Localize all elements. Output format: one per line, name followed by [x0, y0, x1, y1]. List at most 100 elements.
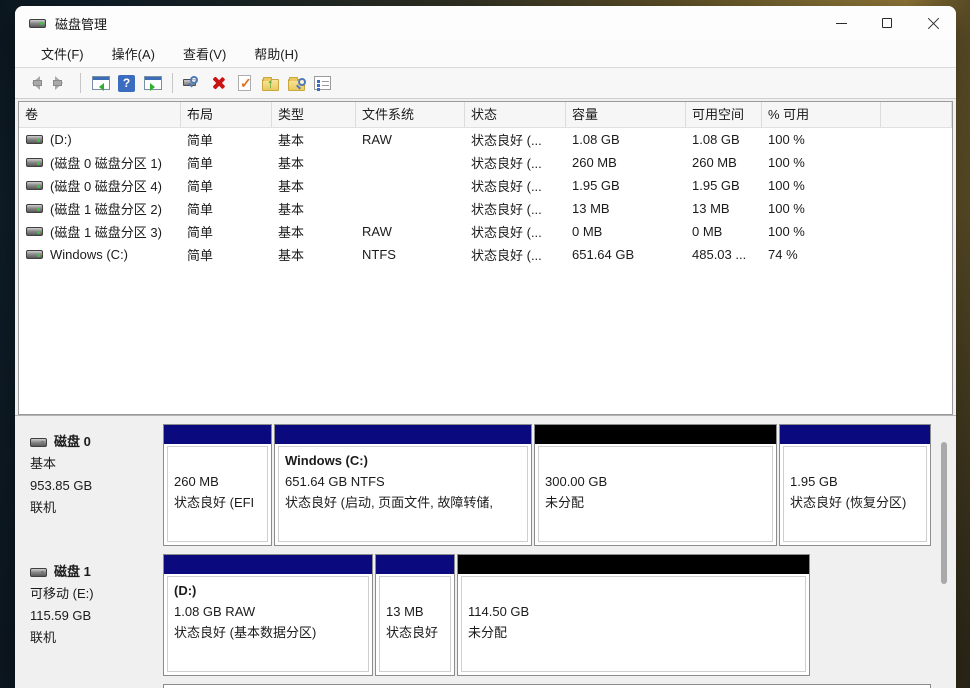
volume-cell-fs: RAW — [362, 132, 392, 147]
partition-status: 状态良好 (EFI — [174, 495, 255, 510]
volume-cell-free: 13 MB — [692, 201, 730, 216]
volume-cell-type: 基本 — [278, 225, 305, 240]
show-action-pane-button[interactable] — [143, 74, 162, 92]
back-arrow-icon — [25, 76, 44, 90]
disk-icon — [30, 437, 47, 447]
partition-size: 114.50 GB — [468, 604, 530, 619]
column-header-6[interactable]: 可用空间 — [686, 102, 762, 127]
partition-title — [545, 450, 766, 471]
back-button[interactable] — [25, 74, 44, 92]
partition-color-bar — [164, 425, 271, 444]
volume-cell-pct: 100 % — [768, 224, 805, 239]
volume-cell-status: 状态良好 (... — [471, 225, 542, 240]
partition-info: 1.95 GB 状态良好 (恢复分区) — [783, 446, 927, 542]
menu-action[interactable]: 操作(A) — [102, 40, 165, 67]
next-disk-row-partial — [163, 684, 931, 688]
volume-name-cell: Windows (C:) — [19, 247, 181, 262]
menu-bar: 文件(F) 操作(A) 查看(V) 帮助(H) — [15, 40, 956, 68]
menu-view[interactable]: 查看(V) — [173, 40, 236, 67]
explore-folder-button[interactable] — [287, 74, 306, 92]
partition-block[interactable]: 260 MB 状态良好 (EFI — [163, 424, 272, 546]
volume-cell-free: 1.95 GB — [692, 178, 740, 193]
partition-status: 未分配 — [545, 495, 585, 510]
partition-block[interactable]: (D:) 1.08 GB RAW 状态良好 (基本数据分区) — [163, 554, 373, 676]
maximize-icon — [882, 18, 892, 28]
explore-lens-icon — [298, 78, 306, 86]
partition-info: 114.50 GB 未分配 — [461, 576, 806, 672]
disk-label-1[interactable]: 磁盘 1 可移动 (E:) 115.59 GB 联机 — [20, 554, 163, 676]
partition-block[interactable]: 300.00 GB 未分配 — [534, 424, 777, 546]
close-button[interactable] — [910, 6, 956, 40]
partition-size: 1.08 GB RAW — [174, 604, 256, 619]
partition-title — [386, 580, 444, 601]
volume-cell-status: 状态良好 (... — [471, 156, 542, 171]
partition-block[interactable]: 1.95 GB 状态良好 (恢复分区) — [779, 424, 931, 546]
volume-cell-layout: 简单 — [187, 156, 214, 171]
disk-kind: 可移动 (E:) — [30, 586, 94, 601]
partition-status: 状态良好 (基本数据分区) — [174, 625, 317, 640]
volume-name-cell: (磁盘 0 磁盘分区 1) — [19, 153, 181, 172]
partition-color-bar — [275, 425, 531, 444]
column-header-2[interactable]: 类型 — [272, 102, 356, 127]
partition-info: 260 MB 状态良好 (EFI — [167, 446, 268, 542]
minimize-icon — [835, 22, 847, 24]
column-header-3[interactable]: 文件系统 — [356, 102, 465, 127]
partition-info: 300.00 GB 未分配 — [538, 446, 773, 542]
column-header-4[interactable]: 状态 — [465, 102, 566, 127]
volume-row[interactable]: (磁盘 0 磁盘分区 4) 简单 基本 状态良好 (... 1.95 GB 1.95 GB… — [19, 174, 952, 197]
minimize-button[interactable] — [818, 6, 864, 40]
column-header-7[interactable]: % 可用 — [762, 102, 881, 127]
menu-help[interactable]: 帮助(H) — [244, 40, 308, 67]
action-pane-icon — [143, 76, 162, 91]
menu-file[interactable]: 文件(F) — [31, 40, 94, 67]
volume-cell-layout: 简单 — [187, 179, 214, 194]
close-icon — [927, 17, 939, 29]
partition-size: 300.00 GB — [545, 474, 608, 489]
help-button[interactable]: ? — [117, 74, 136, 92]
disk-row-1: 磁盘 1 可移动 (E:) 115.59 GB 联机 (D:) 1.08 GB RAW 状态… — [20, 554, 956, 676]
partition-info: Windows (C:) 651.64 GB NTFS 状态良好 (启动, 页面文件… — [278, 446, 528, 542]
partition-block[interactable]: 13 MB 状态良好 — [375, 554, 455, 676]
disk-row-0: 磁盘 0 基本 953.85 GB 联机 260 MB 状态良好 (EFI Windows … — [20, 424, 956, 546]
volume-drive-icon — [26, 135, 43, 144]
app-drive-icon — [29, 18, 46, 28]
disk-label-0[interactable]: 磁盘 0 基本 953.85 GB 联机 — [20, 424, 163, 546]
partition-title — [468, 580, 799, 601]
forward-button[interactable] — [51, 74, 70, 92]
rescan-disks-button[interactable] — [183, 74, 202, 92]
vertical-scrollbar[interactable] — [941, 442, 947, 584]
partition-color-bar — [780, 425, 930, 444]
show-console-tree-button[interactable] — [91, 74, 110, 92]
disk-management-window: 磁盘管理 文件(F) 操作(A) 查看(V) 帮助(H) ? ✓ ↑ 卷布局 类型… — [15, 6, 956, 688]
volume-row[interactable]: (磁盘 0 磁盘分区 1) 简单 基本 状态良好 (... 260 MB 260 MB 10… — [19, 151, 952, 174]
console-tree-icon — [91, 76, 110, 91]
volume-cell-free: 0 MB — [692, 224, 723, 239]
open-folder-button[interactable]: ↑ — [261, 74, 280, 92]
volume-row[interactable]: (D:) 简单 基本 RAW 状态良好 (... 1.08 GB 1.08 GB 100 % — [19, 128, 952, 151]
disk-status: 联机 — [30, 500, 57, 515]
volume-table-body: (D:) 简单 基本 RAW 状态良好 (... 1.08 GB 1.08 GB 100 % (… — [19, 128, 952, 266]
properties-button[interactable] — [313, 74, 332, 92]
disk-size: 953.85 GB — [30, 478, 93, 493]
partition-info: 13 MB 状态良好 — [379, 576, 451, 672]
disk-name: 磁盘 1 — [54, 564, 91, 579]
volume-drive-icon — [26, 158, 43, 167]
column-header-5[interactable]: 容量 — [566, 102, 686, 127]
partition-block[interactable]: 114.50 GB 未分配 — [457, 554, 810, 676]
volume-row[interactable]: (磁盘 1 磁盘分区 2) 简单 基本 状态良好 (... 13 MB 13 MB 100 … — [19, 197, 952, 220]
delete-volume-button[interactable] — [209, 74, 228, 92]
maximize-button[interactable] — [864, 6, 910, 40]
column-header-1[interactable]: 布局 — [181, 102, 272, 127]
volume-row[interactable]: Windows (C:) 简单 基本 NTFS 状态良好 (... 651.64 GB 48… — [19, 243, 952, 266]
volume-cell-pct: 100 % — [768, 178, 805, 193]
volume-cell-status: 状态良好 (... — [471, 179, 542, 194]
mark-partition-button[interactable]: ✓ — [235, 74, 254, 92]
volume-cell-pct: 100 % — [768, 201, 805, 216]
volume-cell-free: 1.08 GB — [692, 132, 740, 147]
partition-block[interactable]: Windows (C:) 651.64 GB NTFS 状态良好 (启动, 页面文件… — [274, 424, 532, 546]
volume-row[interactable]: (磁盘 1 磁盘分区 3) 简单 基本 RAW 状态良好 (... 0 MB 0 MB 100… — [19, 220, 952, 243]
column-header-0[interactable]: 卷 — [19, 102, 181, 127]
column-header-8[interactable] — [881, 102, 952, 127]
disk-name: 磁盘 0 — [54, 434, 91, 449]
toolbar: ? ✓ ↑ — [15, 68, 956, 99]
